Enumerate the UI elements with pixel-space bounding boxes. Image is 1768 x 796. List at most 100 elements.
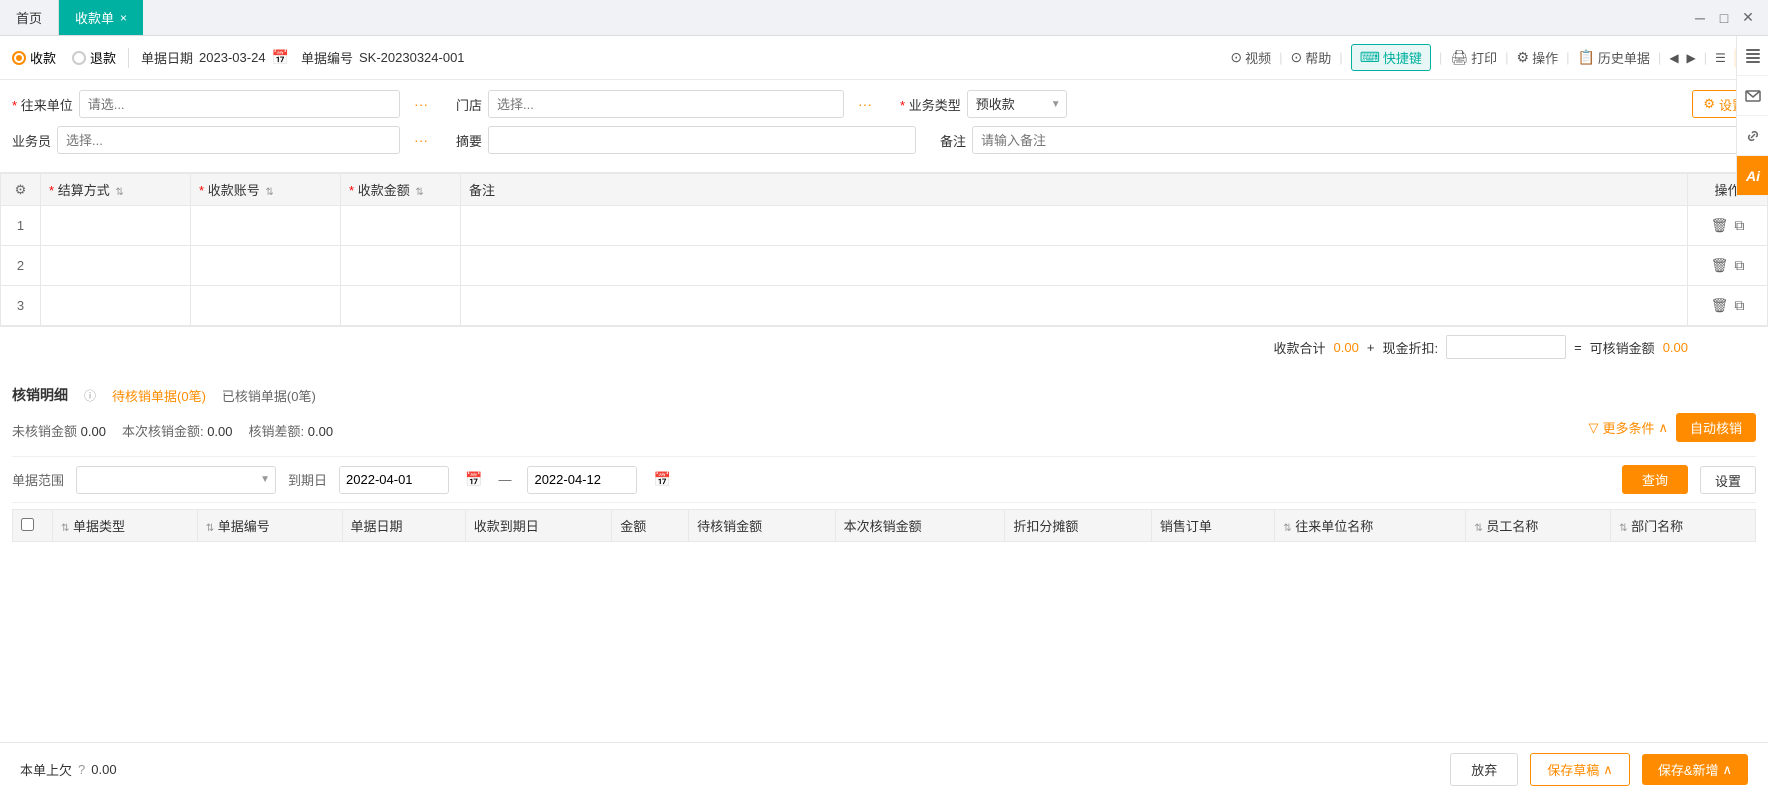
auto-reconcile-button[interactable]: 自动核销 [1676,413,1756,442]
info-help-icon[interactable]: ? [78,762,85,777]
store-input[interactable] [488,90,844,118]
refund-radio[interactable]: 退款 [72,48,116,67]
biz-type-select[interactable]: 预收款 [967,90,1067,118]
tab-pending[interactable]: 待核销单据(0笔) [112,386,206,405]
bottom-bar: 本单上欠 ? 0.00 放弃 保存草稿 ∧ 保存&新增 ∧ [0,742,1768,796]
minimize-button[interactable]: ─ [1692,10,1708,26]
right-panel-link-icon[interactable] [1737,116,1768,156]
list-btn[interactable]: ☰ [1715,51,1726,65]
th-checkbox[interactable] [13,510,53,542]
table-header-gear[interactable]: ⚙ [1,174,41,206]
unverified-stat: 未核销金额 0.00 [12,421,106,440]
right-panel-table-icon[interactable] [1737,36,1768,76]
history-label: 历史单据 [1598,48,1650,67]
tab-done[interactable]: 已核销单据(0笔) [222,386,316,405]
tab-bar: 首页 收款单 × ─ □ ✕ [0,0,1768,36]
tab-close-icon[interactable]: × [120,11,127,25]
row-account-3[interactable] [191,286,341,326]
receipt-radio[interactable]: 收款 [12,48,56,67]
refund-radio-label: 退款 [90,48,116,67]
save-draft-button[interactable]: 保存草稿 ∧ [1530,753,1630,786]
row-amount-3[interactable] [341,286,461,326]
date-from-input[interactable] [339,466,449,494]
sep7: | [1704,50,1707,65]
calendar-icon[interactable]: 📅 [272,49,289,66]
more-conditions-btn[interactable]: ▽ 更多条件 ∧ [1588,418,1668,437]
sort-partner-icon[interactable]: ⇅ [1283,523,1291,534]
tab-receipt[interactable]: 收款单 × [59,0,143,35]
delete-icon-2[interactable]: 🗑 [1711,257,1729,274]
right-panel-email-icon[interactable] [1737,76,1768,116]
form-row-1: * 往来单位 ··· 门店 ··· * 业务类型 [12,90,1756,118]
form-area: * 往来单位 ··· 门店 ··· * 业务类型 [0,80,1768,173]
row-amount-2[interactable] [341,246,461,286]
delete-icon-1[interactable]: 🗑 [1711,217,1729,234]
query-button[interactable]: 查询 [1622,465,1688,494]
sort-type-icon[interactable]: ⇅ [61,523,69,534]
partner-input[interactable] [79,90,400,118]
copy-icon-1[interactable]: ⧉ [1734,217,1744,234]
print-btn[interactable]: 🖨 打印 [1450,48,1497,67]
partner-field: * 往来单位 ··· [12,90,432,118]
remark-input[interactable] [972,126,1756,154]
sort-dept-icon[interactable]: ⇅ [1619,523,1627,534]
copy-icon-2[interactable]: ⧉ [1734,257,1744,274]
row-account-2[interactable] [191,246,341,286]
draft-label: 保存草稿 [1547,760,1599,779]
date-to-input[interactable] [527,466,637,494]
op-icons-2: 🗑 ⧉ [1696,257,1759,274]
save-new-label: 保存&新增 [1658,760,1719,779]
staff-field: 业务员 ··· [12,126,432,154]
save-new-button[interactable]: 保存&新增 ∧ [1642,754,1748,785]
print-icon: 🖨 [1450,49,1468,66]
next-btn[interactable]: ▶ [1687,51,1696,65]
tab-home[interactable]: 首页 [0,0,59,35]
sep6: | [1658,50,1661,65]
operate-btn[interactable]: ⚙ 操作 [1517,48,1559,67]
discount-input[interactable] [1446,335,1566,359]
sort-account-icon[interactable]: ⇅ [265,187,273,198]
row-settle-1[interactable] [41,206,191,246]
op-icons-3: 🗑 ⧉ [1696,297,1759,314]
copy-icon-3[interactable]: ⧉ [1734,297,1744,314]
current-value: 0.00 [207,424,232,439]
operate-label: 操作 [1532,48,1558,67]
row-remark-2[interactable] [461,246,1688,286]
row-settle-2[interactable] [41,246,191,286]
video-btn[interactable]: ⊙ 视频 [1230,48,1271,67]
partner-more-icon[interactable]: ··· [410,96,432,112]
reconcile-section: 核销明细 ⓘ 待核销单据(0笔) 已核销单据(0笔) 未核销金额 0.00 本次… [0,375,1768,742]
th-sale-order: 销售订单 [1151,510,1274,542]
sort-settle-icon[interactable]: ⇅ [115,187,123,198]
calendar-to-icon[interactable]: 📅 [653,471,670,488]
row-account-1[interactable] [191,206,341,246]
reconcile-info-icon[interactable]: ⓘ [84,387,96,404]
row-remark-3[interactable] [461,286,1688,326]
maximize-button[interactable]: □ [1716,10,1732,26]
shortcut-btn[interactable]: ⌨ 快捷键 [1351,44,1431,71]
history-btn[interactable]: 📋 历史单据 [1577,48,1649,67]
row-amount-1[interactable] [341,206,461,246]
close-button[interactable]: ✕ [1740,10,1756,26]
help-btn[interactable]: ⊙ 帮助 [1291,48,1332,67]
row-settle-3[interactable] [41,286,191,326]
abandon-button[interactable]: 放弃 [1450,753,1518,786]
delete-icon-3[interactable]: 🗑 [1711,297,1729,314]
gear-icon[interactable]: ⚙ [15,182,27,197]
range-select[interactable] [76,466,276,494]
toolbar: 收款 退款 单据日期 2023-03-24 📅 单据编号 SK-20230324… [0,36,1768,80]
store-more-icon[interactable]: ··· [854,96,876,112]
select-all-checkbox[interactable] [21,518,34,531]
reconcile-settings-button[interactable]: 设置 [1700,466,1756,494]
row-remark-1[interactable] [461,206,1688,246]
prev-btn[interactable]: ◀ [1669,51,1678,65]
print-label: 打印 [1471,48,1497,67]
summary-input[interactable] [488,126,916,154]
calendar-from-icon[interactable]: 📅 [465,471,482,488]
right-panel-ai-icon[interactable]: Ai [1737,156,1768,196]
staff-more-icon[interactable]: ··· [410,132,432,148]
staff-input[interactable] [57,126,400,154]
sort-staff-icon[interactable]: ⇅ [1474,523,1482,534]
sort-num-icon[interactable]: ⇅ [206,523,214,534]
sort-amount-icon[interactable]: ⇅ [415,187,423,198]
